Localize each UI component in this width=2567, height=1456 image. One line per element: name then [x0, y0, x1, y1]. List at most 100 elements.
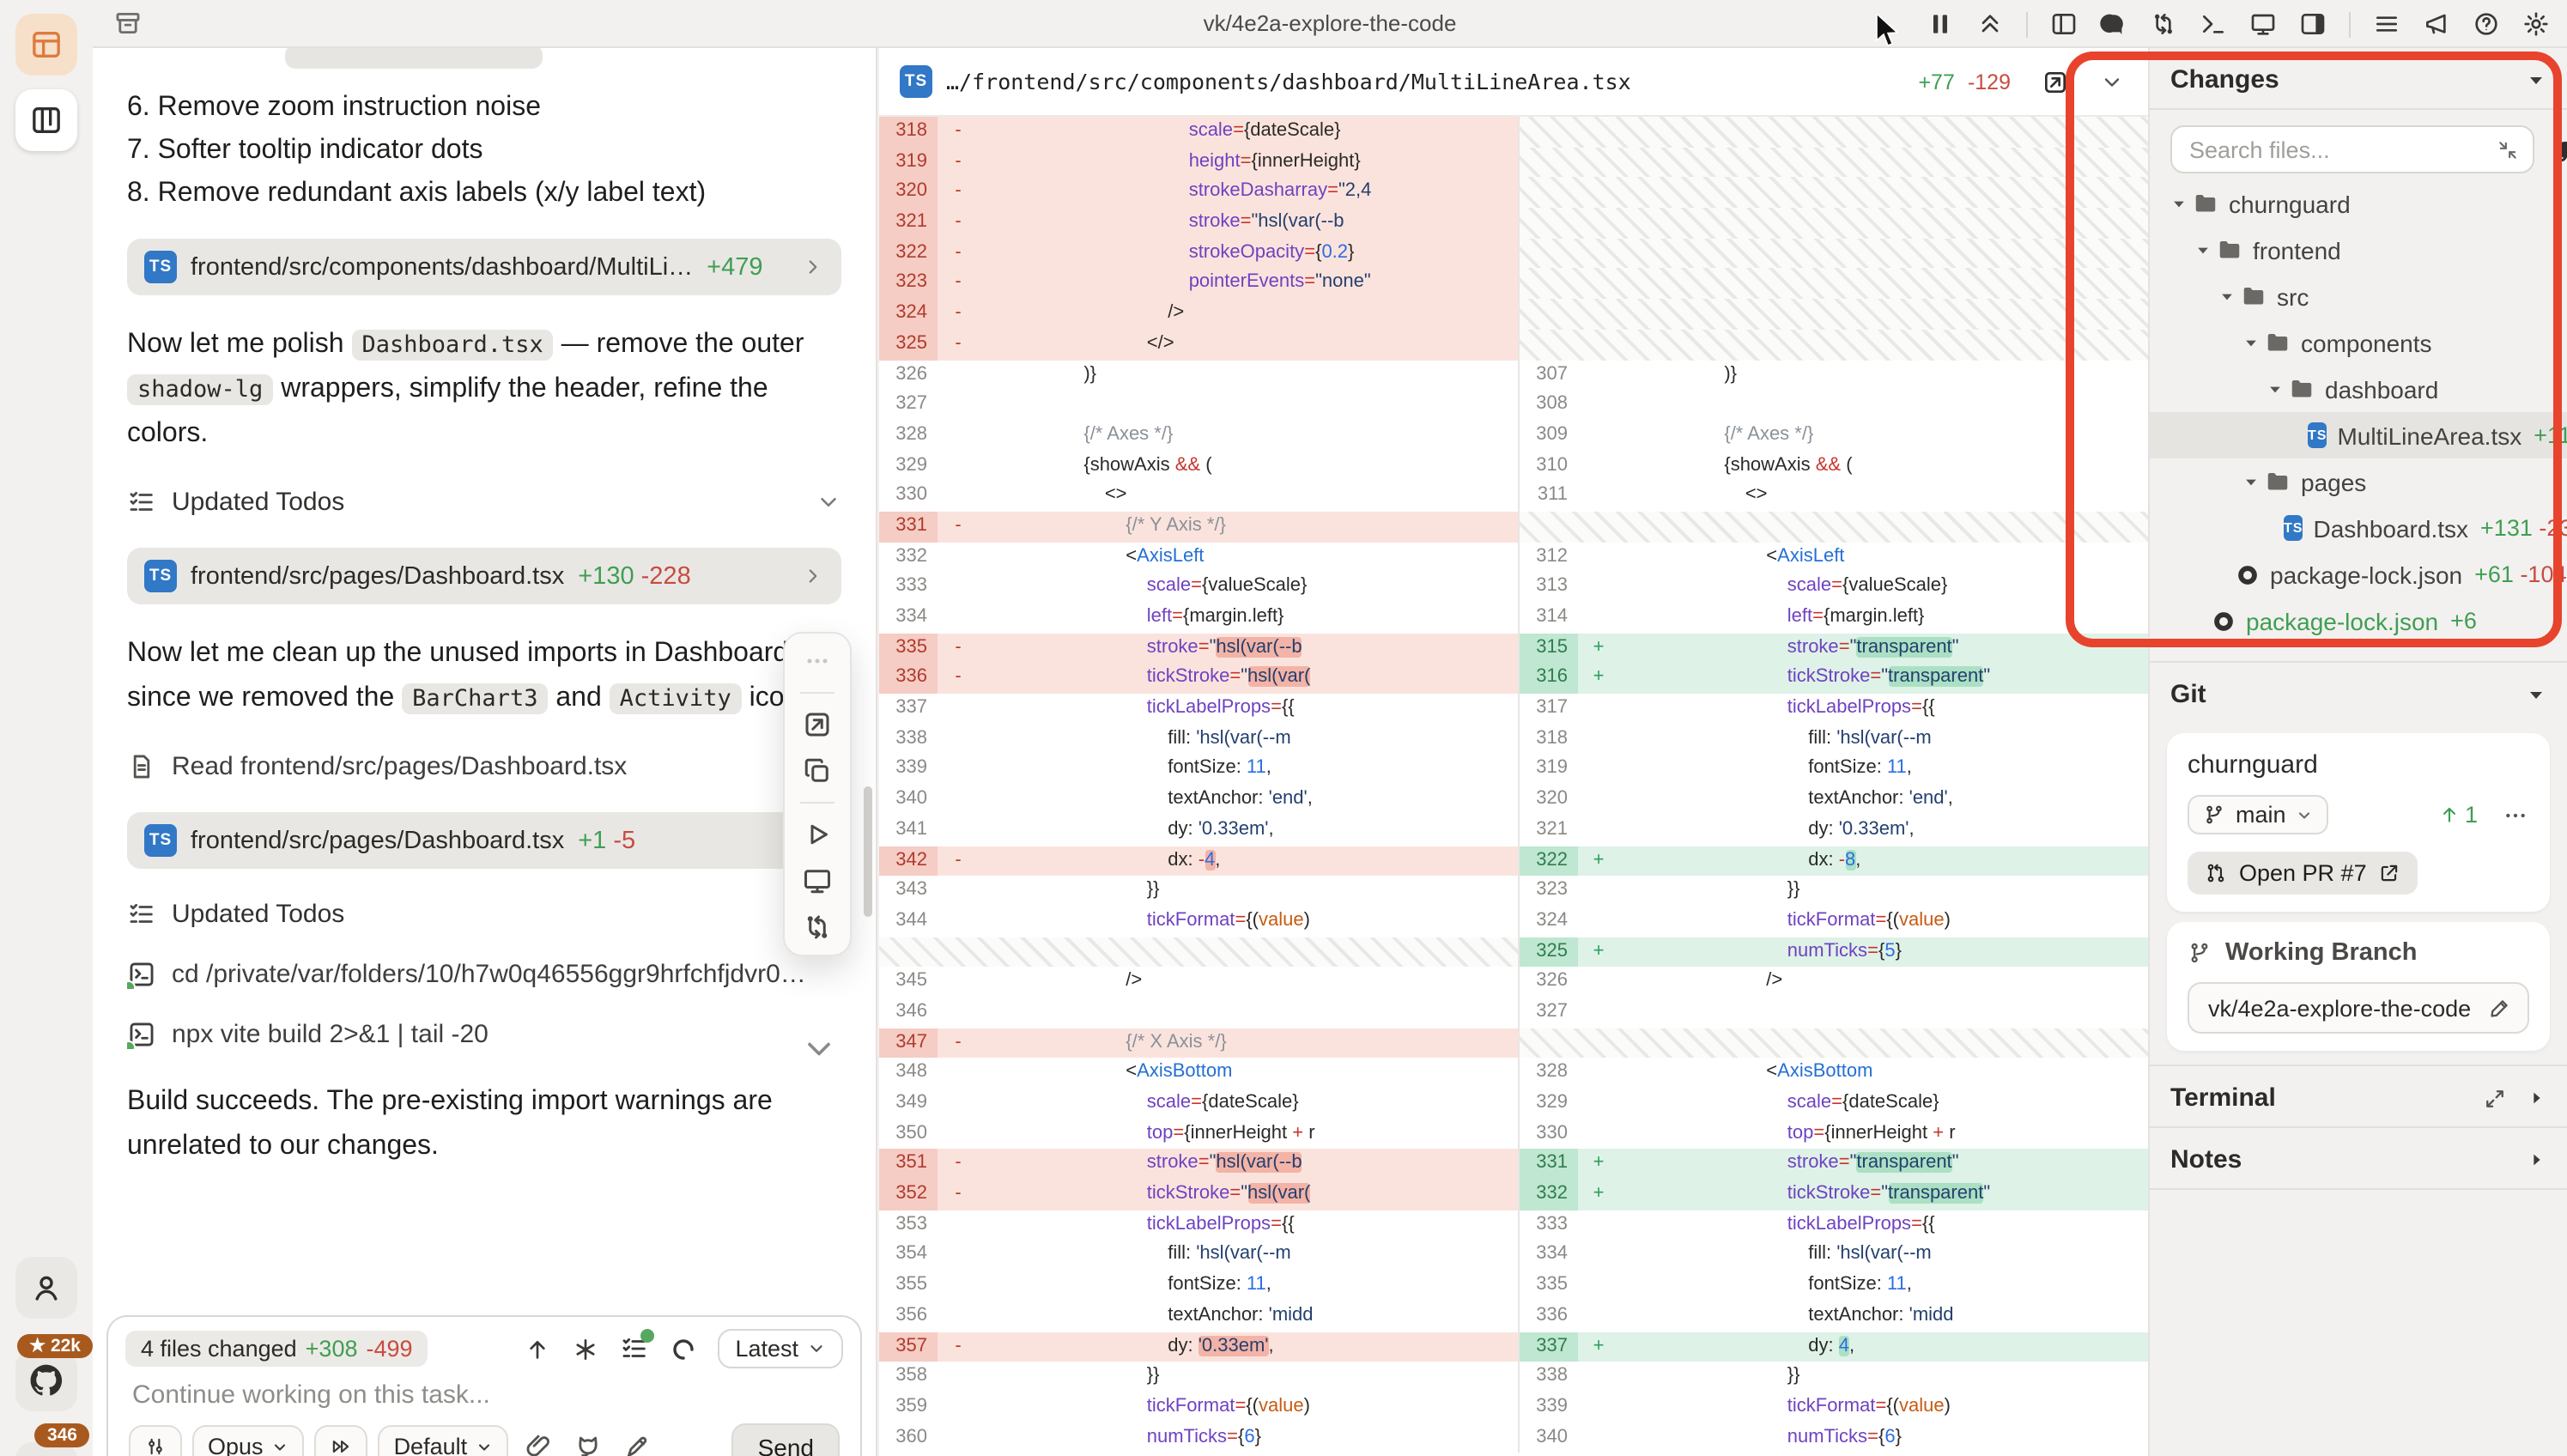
expand-terminal-icon[interactable]	[2483, 1086, 2507, 1110]
code-line: textAnchor: 'midd	[979, 1301, 1518, 1332]
file-diff-chip[interactable]: TSfrontend/src/components/dashboard/Mult…	[127, 239, 841, 295]
chat-filled-icon[interactable]	[2100, 10, 2127, 38]
megaphone-icon[interactable]	[2423, 10, 2450, 38]
help-icon[interactable]	[2473, 10, 2500, 38]
caret-down-icon[interactable]	[2170, 195, 2188, 212]
claude-cat-button[interactable]	[573, 1432, 603, 1456]
working-branch-title: Working Branch	[2225, 939, 2417, 967]
diff-content[interactable]: 318-scale={dateScale}319-height={innerHe…	[879, 117, 2148, 1456]
working-branch-input[interactable]	[2205, 993, 2488, 1022]
updated-todos-toggle[interactable]: Updated Todos	[127, 488, 841, 517]
gear-icon[interactable]	[2522, 10, 2550, 38]
board-tab[interactable]	[15, 89, 77, 151]
caret-down-icon[interactable]	[2267, 380, 2284, 397]
chat-transcript[interactable]: 6. Remove zoom instruction noise7. Softe…	[93, 48, 876, 1319]
workspace-tab-active[interactable]	[15, 14, 77, 76]
open-pr-button[interactable]: Open PR #7	[2188, 852, 2418, 895]
diff-new-side: 340numTicks={6}	[1520, 1423, 2148, 1453]
file-diff-chip[interactable]: TSfrontend/src/pages/Dashboard.tsx+130 -…	[127, 548, 841, 604]
composer-input[interactable]: Continue working on this task...	[132, 1380, 836, 1410]
diff-row: 333scale={valueScale}313scale={valueScal…	[879, 573, 2148, 603]
file-search-box[interactable]	[2170, 125, 2534, 173]
mode-dropdown[interactable]: Default	[379, 1424, 509, 1456]
caret-down-icon[interactable]	[2242, 334, 2260, 351]
pause-icon[interactable]	[1927, 10, 1954, 38]
caret-right-icon	[2528, 1150, 2546, 1169]
search-input[interactable]	[2186, 135, 2497, 164]
diff-marker	[1578, 1301, 1619, 1332]
tree-folder-pages[interactable]: pages	[2150, 458, 2567, 505]
scroll-to-bottom-button[interactable]	[800, 1030, 838, 1068]
fast-forward-button[interactable]	[315, 1424, 368, 1456]
github-button[interactable]: ★ 22k	[15, 1350, 77, 1411]
panel-right-icon[interactable]	[2299, 10, 2327, 38]
tree-file-MultiLineArea.tsx[interactable]: TSMultiLineArea.tsx+110 -162	[2150, 412, 2567, 458]
line-number: 326	[879, 360, 938, 390]
file-diff-chip[interactable]: TSfrontend/src/pages/Dashboard.tsx+1 -5	[127, 812, 841, 869]
working-branch-field[interactable]	[2188, 982, 2529, 1034]
dots-icon[interactable]	[802, 646, 833, 676]
chevrons-up-icon[interactable]	[1976, 10, 2004, 38]
diff-new-side: 315+stroke="transparent"	[1520, 633, 2148, 663]
tree-item-label: MultiLineArea.tsx	[2337, 422, 2521, 449]
tree-file-package-lock.json[interactable]: package-lock.json+61 -104	[2150, 551, 2567, 598]
diff-view-mode-icon[interactable]	[2042, 68, 2069, 95]
notes-section-header[interactable]: Notes	[2150, 1128, 2567, 1188]
caret-down-icon[interactable]	[2194, 241, 2212, 258]
tree-file-Dashboard.tsx[interactable]: TSDashboard.tsx+131 -233	[2150, 505, 2567, 551]
base-branch-dropdown[interactable]: main	[2188, 795, 2329, 834]
play-icon[interactable]	[802, 819, 833, 850]
caret-down-icon[interactable]	[2242, 473, 2260, 490]
cat-icon[interactable]	[2548, 132, 2567, 167]
git-section-header[interactable]: Git	[2150, 663, 2567, 723]
version-dropdown[interactable]: Latest	[718, 1329, 843, 1368]
tool-call-row[interactable]: Read frontend/src/pages/Dashboard.tsx	[127, 752, 841, 781]
terminal-command-row[interactable]: npx vite build 2>&1 | tail -20	[127, 1020, 841, 1049]
monitor-icon[interactable]	[802, 865, 833, 896]
tree-folder-components[interactable]: components	[2150, 319, 2567, 366]
terminal-prompt-icon[interactable]	[2200, 10, 2227, 38]
push-button[interactable]	[524, 1335, 551, 1362]
terminal-command-row[interactable]: cd /private/var/folders/10/h7w0q46556ggr…	[127, 960, 841, 989]
edit-branch-icon[interactable]	[2488, 996, 2512, 1020]
todos-button[interactable]	[620, 1334, 649, 1363]
fast-forward-icon	[331, 1435, 353, 1456]
line-number: 308	[1520, 390, 1578, 420]
git-compare-icon[interactable]	[2150, 10, 2177, 38]
changes-section-header[interactable]: Changes	[2150, 48, 2567, 108]
composer-settings-button[interactable]	[129, 1424, 182, 1456]
collapse-tree-icon[interactable]	[2497, 138, 2519, 161]
sparkle-button[interactable]	[572, 1335, 599, 1362]
signature-pen-button[interactable]	[623, 1432, 652, 1456]
caret-down-icon[interactable]	[2218, 288, 2236, 305]
terminal-icon	[127, 960, 156, 989]
tree-folder-src[interactable]: src	[2150, 273, 2567, 319]
send-button[interactable]: Send	[732, 1423, 840, 1456]
chat-scrollbar[interactable]	[864, 786, 872, 917]
monitor-icon[interactable]	[2249, 10, 2277, 38]
tree-folder-dashboard[interactable]: dashboard	[2150, 366, 2567, 412]
tree-folder-frontend[interactable]: frontend	[2150, 227, 2567, 273]
terminal-section-header[interactable]: Terminal	[2150, 1066, 2567, 1126]
code-line: top={innerHeight + r	[1619, 1119, 2148, 1149]
account-button[interactable]	[15, 1257, 77, 1319]
diff-marker: -	[938, 178, 979, 208]
tree-file-package-lock.json[interactable]: package-lock.json+6	[2150, 598, 2567, 644]
updated-todos-toggle[interactable]: Updated Todos	[127, 900, 841, 929]
diff-collapse-chevron[interactable]	[2100, 70, 2124, 94]
menu-icon[interactable]	[2373, 10, 2400, 38]
tree-folder-churnguard[interactable]: churnguard	[2150, 180, 2567, 227]
panel-left-icon[interactable]	[2050, 10, 2078, 38]
diff-old-side: 346	[879, 998, 1520, 1028]
git-more-button[interactable]	[2502, 801, 2529, 828]
copy-icon[interactable]	[802, 755, 833, 786]
git-compare-icon[interactable]	[802, 912, 833, 943]
review-icon[interactable]	[802, 709, 833, 740]
attach-button[interactable]	[524, 1432, 553, 1456]
line-number: 322	[1520, 846, 1578, 876]
files-changed-pill[interactable]: 4 files changed +308 -499	[125, 1331, 428, 1367]
deletions-count: -499	[367, 1336, 413, 1362]
discord-button[interactable]: 346	[15, 1442, 77, 1456]
model-dropdown[interactable]: Opus	[192, 1424, 305, 1456]
diff-new-side	[1520, 269, 2148, 299]
